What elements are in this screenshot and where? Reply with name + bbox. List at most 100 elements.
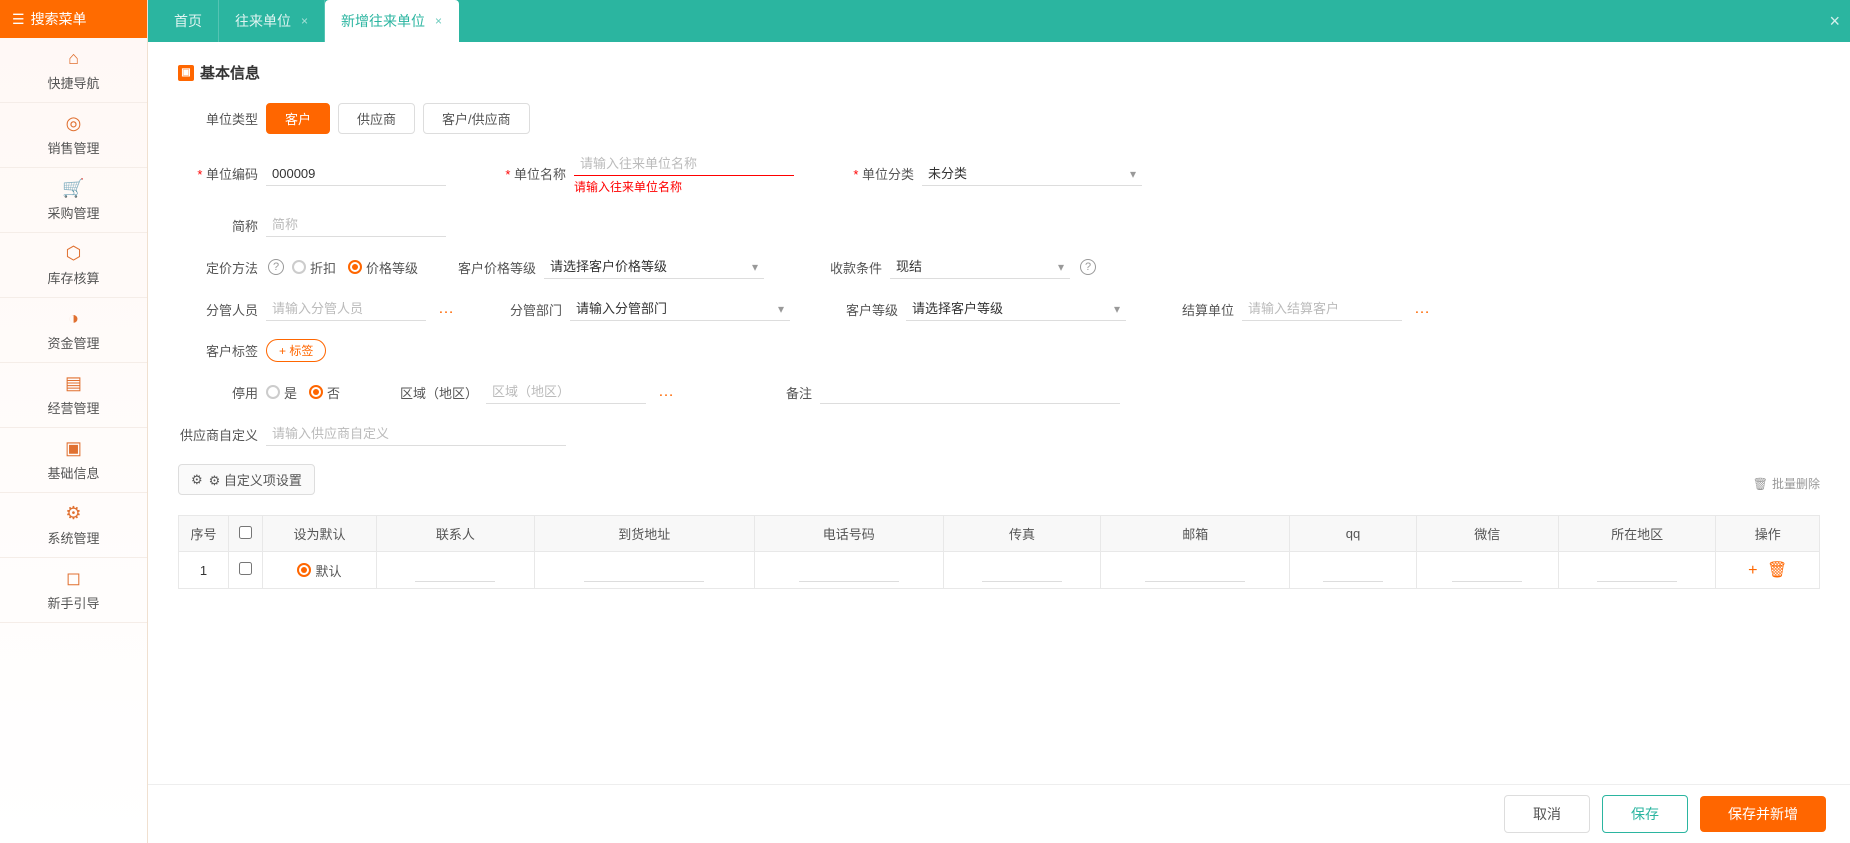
manager-more-btn[interactable]: … — [438, 300, 454, 318]
unit-type-both-btn[interactable]: 客户/供应商 — [423, 103, 530, 134]
sidebar-item-label: 基础信息 — [47, 463, 99, 482]
qq-input[interactable] — [1323, 558, 1383, 582]
custom-settings-button[interactable]: ⚙ ⚙ 自定义项设置 — [178, 464, 315, 495]
pricing-row: 定价方法 ? 折扣 价格等级 客户价格等级 请选择客户价格等级 — [178, 255, 1820, 279]
disable-no-circle — [309, 385, 323, 399]
manager-input[interactable] — [266, 297, 426, 321]
col-region: 所在地区 — [1558, 516, 1716, 552]
phone-input[interactable] — [799, 558, 899, 582]
sidebar-item-finance[interactable]: ◑ 资金管理 — [0, 298, 147, 363]
remark-input[interactable] — [820, 380, 1120, 404]
address-input[interactable] — [584, 558, 704, 582]
unit-type-row: 单位类型 客户 供应商 客户/供应商 — [178, 103, 1820, 134]
tab-home[interactable]: 首页 — [158, 0, 219, 42]
sidebar-item-purchase[interactable]: 🛒 采购管理 — [0, 168, 147, 233]
sales-icon: ◎ — [66, 113, 82, 134]
row-email — [1101, 552, 1290, 589]
disable-label: 停用 — [178, 383, 258, 402]
region-input[interactable] — [486, 380, 646, 404]
dept-wrapper: 请输入分管部门 — [570, 297, 790, 321]
finance-icon: ◑ — [68, 308, 79, 329]
supplier-custom-input[interactable] — [266, 422, 566, 446]
row-add-btn[interactable]: + — [1748, 562, 1757, 579]
row-qq — [1290, 552, 1416, 589]
unit-category-label: 单位分类 — [834, 164, 914, 183]
region-label: 区域（地区） — [398, 383, 478, 402]
wechat-input[interactable] — [1452, 558, 1522, 582]
settlement-input[interactable] — [1242, 297, 1402, 321]
save-new-button[interactable]: 保存并新增 — [1700, 796, 1826, 832]
contact-input[interactable] — [415, 558, 495, 582]
sidebar-item-system[interactable]: ⚙ 系统管理 — [0, 493, 147, 558]
dept-select[interactable]: 请输入分管部门 — [570, 297, 790, 321]
contacts-table: 序号 设为默认 联系人 到货地址 电话号码 传真 邮箱 qq 微信 所在地区 操… — [178, 515, 1820, 589]
pricing-help-icon[interactable]: ? — [268, 259, 284, 275]
unit-code-input[interactable] — [266, 162, 446, 186]
section-title-text: 基本信息 — [200, 62, 260, 83]
unit-category-select[interactable]: 未分类 — [922, 162, 1142, 186]
payment-terms-select[interactable]: 现结 — [890, 255, 1070, 279]
sidebar-item-basic-info[interactable]: ▣ 基础信息 — [0, 428, 147, 493]
add-tag-btn[interactable]: + 标签 — [266, 339, 326, 362]
tab-trade-units-close[interactable]: × — [301, 14, 308, 28]
row-contact — [376, 552, 534, 589]
customer-price-level-wrapper: 请选择客户价格等级 — [544, 255, 764, 279]
unit-code-label: 单位编码 — [178, 164, 258, 183]
guide-icon: ◻ — [66, 568, 81, 589]
customer-price-level-select[interactable]: 请选择客户价格等级 — [544, 255, 764, 279]
disable-no-radio[interactable]: 否 — [309, 383, 340, 402]
short-name-input[interactable] — [266, 213, 446, 237]
tab-home-label: 首页 — [174, 11, 202, 31]
email-input[interactable] — [1145, 558, 1245, 582]
sidebar-item-label: 库存核算 — [47, 268, 99, 287]
customer-price-level-label: 客户价格等级 — [456, 258, 536, 277]
tab-new-trade-unit[interactable]: 新增往来单位 × — [325, 0, 459, 42]
sidebar-search[interactable]: ☰ 搜索菜单 — [0, 0, 147, 38]
col-contact: 联系人 — [376, 516, 534, 552]
select-all-checkbox[interactable] — [239, 526, 252, 539]
sidebar-item-quick-nav[interactable]: ⌂ 快捷导航 — [0, 38, 147, 103]
pricing-discount-label: 折扣 — [310, 258, 336, 277]
unit-name-input[interactable] — [574, 152, 794, 176]
unit-type-supplier-btn[interactable]: 供应商 — [338, 103, 415, 134]
window-close-button[interactable]: × — [1829, 11, 1840, 32]
sidebar-item-sales[interactable]: ◎ 销售管理 — [0, 103, 147, 168]
search-icon: ☰ — [12, 11, 25, 28]
batch-delete-btn[interactable]: 🗑 批量删除 — [1753, 475, 1820, 492]
sidebar-item-inventory[interactable]: ⬡ 库存核算 — [0, 233, 147, 298]
row-checkbox[interactable] — [239, 562, 252, 575]
unit-type-customer-btn[interactable]: 客户 — [266, 103, 330, 134]
pricing-discount-radio[interactable]: 折扣 — [292, 258, 336, 277]
manager-label: 分管人员 — [178, 300, 258, 319]
disable-region-remark-row: 停用 是 否 区域（地区） … 备注 — [178, 380, 1820, 404]
row-phone — [754, 552, 943, 589]
fax-input[interactable] — [982, 558, 1062, 582]
region-table-input[interactable] — [1597, 558, 1677, 582]
pricing-discount-radio-circle — [292, 260, 306, 274]
settlement-more-btn[interactable]: … — [1414, 300, 1430, 318]
tab-trade-units[interactable]: 往来单位 × — [219, 0, 325, 42]
sidebar-item-operations[interactable]: ▤ 经营管理 — [0, 363, 147, 428]
tab-trade-units-label: 往来单位 — [235, 11, 291, 31]
tab-new-trade-unit-close[interactable]: × — [435, 14, 442, 28]
col-fax: 传真 — [943, 516, 1101, 552]
customer-level-wrapper: 请选择客户等级 — [906, 297, 1126, 321]
tab-bar: 首页 往来单位 × 新增往来单位 × × — [148, 0, 1850, 42]
sidebar-search-label: 搜索菜单 — [31, 9, 87, 29]
sidebar-item-label: 资金管理 — [47, 333, 99, 352]
row-delete-btn[interactable]: 🗑 — [1767, 562, 1787, 579]
section-icon: ▣ — [178, 65, 194, 81]
tags-row: 客户标签 + 标签 — [178, 339, 1820, 362]
col-num: 序号 — [179, 516, 229, 552]
cancel-button[interactable]: 取消 — [1504, 795, 1590, 833]
col-wechat: 微信 — [1416, 516, 1558, 552]
row-default-radio[interactable]: 默认 — [273, 561, 366, 580]
disable-yes-radio[interactable]: 是 — [266, 383, 297, 402]
customer-level-select[interactable]: 请选择客户等级 — [906, 297, 1126, 321]
col-check — [229, 516, 263, 552]
payment-terms-help-icon[interactable]: ? — [1080, 259, 1096, 275]
save-button[interactable]: 保存 — [1602, 795, 1688, 833]
pricing-level-radio[interactable]: 价格等级 — [348, 258, 418, 277]
region-more-btn[interactable]: … — [658, 383, 674, 401]
sidebar-item-guide[interactable]: ◻ 新手引导 — [0, 558, 147, 623]
